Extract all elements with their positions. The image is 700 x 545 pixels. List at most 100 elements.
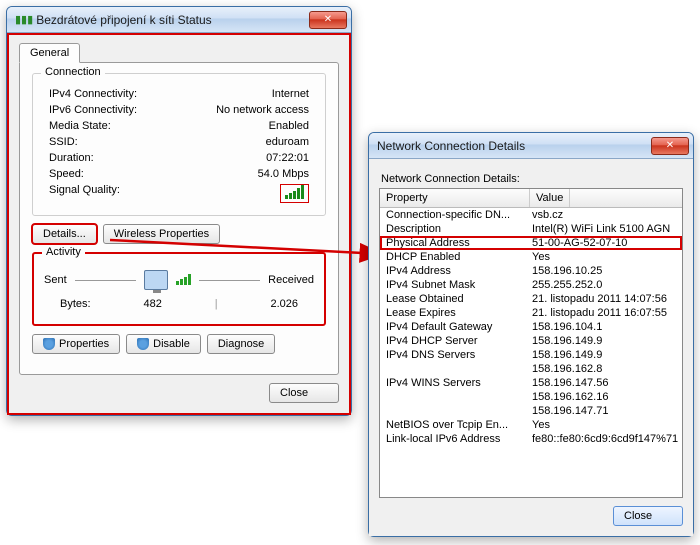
details-value: 51-00-AG-52-07-10 [530,237,682,249]
details-button[interactable]: Details... [32,224,97,244]
divider [75,280,136,281]
ipv6-conn-value: No network access [216,104,309,116]
received-label: Received [268,274,314,286]
ipv6-conn-label: IPv6 Connectivity: [49,104,137,116]
ipv4-conn-value: Internet [272,88,309,100]
details-row[interactable]: Lease Obtained21. listopadu 2011 14:07:5… [380,292,682,306]
details-property [380,391,530,403]
ssid-value: eduroam [266,136,309,148]
connection-group: Connection IPv4 Connectivity:Internet IP… [32,73,326,216]
col-property[interactable]: Property [380,189,530,207]
disable-label: Disable [153,338,190,350]
details-row[interactable]: Link-local IPv6 Addressfe80::fe80:6cd9:6… [380,432,682,446]
close-icon[interactable]: ✕ [309,11,347,29]
details-value: 21. listopadu 2011 16:07:55 [530,307,682,319]
bytes-label: Bytes: [60,298,91,310]
details-property: Lease Expires [380,307,530,319]
details-row[interactable]: IPv4 WINS Servers158.196.147.56 [380,376,682,390]
details-row[interactable]: DescriptionIntel(R) WiFi Link 5100 AGN [380,222,682,236]
details-row[interactable]: 158.196.162.8 [380,362,682,376]
details-row[interactable]: Lease Expires21. listopadu 2011 16:07:55 [380,306,682,320]
details-row[interactable]: Connection-specific DN...vsb.cz [380,208,682,222]
details-row[interactable]: IPv4 DNS Servers158.196.149.9 [380,348,682,362]
details-row[interactable]: IPv4 Default Gateway158.196.104.1 [380,320,682,334]
details-row[interactable]: DHCP EnabledYes [380,250,682,264]
details-row[interactable]: IPv4 DHCP Server158.196.149.9 [380,334,682,348]
wireless-properties-label: Wireless Properties [114,228,209,240]
close-button[interactable]: Close [613,506,683,526]
details-value: 158.196.162.16 [530,391,682,403]
network-details-window: Network Connection Details ✕ Network Con… [368,132,694,537]
signal-bars-icon [285,185,304,199]
details-property: IPv4 DNS Servers [380,349,530,361]
details-value: 158.196.147.56 [530,377,682,389]
details-value: 158.196.149.9 [530,349,682,361]
media-state-label: Media State: [49,120,111,132]
media-state-value: Enabled [269,120,309,132]
ssid-label: SSID: [49,136,78,148]
bytes-received-value: 2.026 [270,298,298,310]
properties-button[interactable]: Properties [32,334,120,354]
window-title: Network Connection Details [377,139,651,153]
disable-button[interactable]: Disable [126,334,201,354]
details-value: 21. listopadu 2011 14:07:56 [530,293,682,305]
ipv4-conn-label: IPv4 Connectivity: [49,88,137,100]
wireless-properties-button[interactable]: Wireless Properties [103,224,220,244]
divider [199,280,260,281]
details-row[interactable]: IPv4 Address158.196.10.25 [380,264,682,278]
details-list[interactable]: Property Value Connection-specific DN...… [379,188,683,498]
diagnose-button[interactable]: Diagnose [207,334,275,354]
shield-icon [43,338,55,350]
close-icon[interactable]: ✕ [651,137,689,155]
details-row[interactable]: Physical Address51-00-AG-52-07-10 [380,236,682,250]
details-value: Yes [530,419,682,431]
activity-group-title: Activity [42,246,85,258]
details-value: 158.196.162.8 [530,363,682,375]
connection-group-title: Connection [41,66,105,78]
close-button[interactable]: Close [269,383,339,403]
details-value: fe80::fe80:6cd9:6cd9f147%71 [530,433,682,445]
window-title: Bezdrátové připojení k síti Status [36,13,309,27]
details-value: Intel(R) WiFi Link 5100 AGN [530,223,682,235]
speed-value: 54.0 Mbps [258,168,309,180]
details-row[interactable]: NetBIOS over Tcpip En...Yes [380,418,682,432]
details-row[interactable]: IPv4 Subnet Mask255.255.252.0 [380,278,682,292]
details-value: 158.196.147.71 [530,405,682,417]
details-property: Link-local IPv6 Address [380,433,530,445]
details-row[interactable]: 158.196.162.16 [380,390,682,404]
speed-label: Speed: [49,168,84,180]
close-label: Close [624,510,652,522]
wifi-icon: ▮▮▮ [15,13,33,26]
shield-icon [137,338,149,350]
close-label: Close [280,387,308,399]
details-button-label: Details... [43,228,86,240]
col-value[interactable]: Value [530,189,570,207]
details-columns[interactable]: Property Value [380,189,682,208]
activity-group: Activity Sent Received Bytes: 482 | 2.02… [32,252,326,326]
details-property [380,363,530,375]
bytes-sent-value: 482 [143,298,161,310]
details-value: vsb.cz [530,209,682,221]
details-property: NetBIOS over Tcpip En... [380,419,530,431]
details-property [380,405,530,417]
titlebar[interactable]: Network Connection Details ✕ [369,133,693,159]
details-property: IPv4 Default Gateway [380,321,530,333]
activity-signal-icon [176,275,191,285]
details-list-label: Network Connection Details: [381,173,681,185]
details-value: Yes [530,251,682,263]
duration-value: 07:22:01 [266,152,309,164]
details-property: Connection-specific DN... [380,209,530,221]
titlebar[interactable]: ▮▮▮ Bezdrátové připojení k síti Status ✕ [7,7,351,33]
details-property: Physical Address [380,237,530,249]
details-property: Description [380,223,530,235]
details-value: 255.255.252.0 [530,279,682,291]
details-row[interactable]: 158.196.147.71 [380,404,682,418]
tab-general[interactable]: General [19,43,80,63]
details-property: DHCP Enabled [380,251,530,263]
details-property: IPv4 WINS Servers [380,377,530,389]
details-property: IPv4 Subnet Mask [380,279,530,291]
monitor-icon [144,270,168,290]
sent-label: Sent [44,274,67,286]
signal-quality-highlight [280,184,309,203]
details-property: Lease Obtained [380,293,530,305]
